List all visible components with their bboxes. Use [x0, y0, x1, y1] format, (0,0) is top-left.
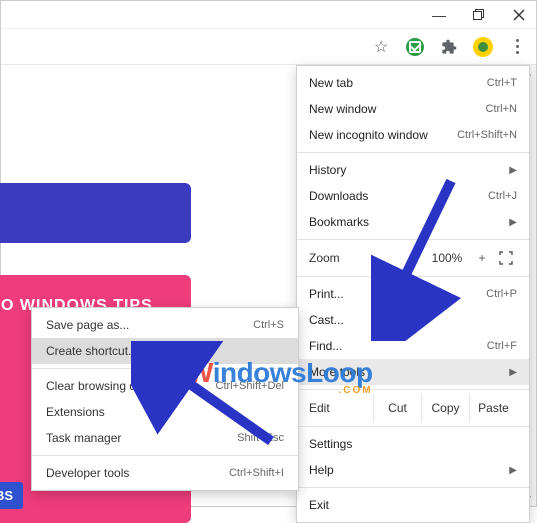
- submenu-item-label: Extensions: [46, 405, 284, 419]
- idm-extension-icon[interactable]: [404, 36, 426, 58]
- submenu-shortcut: Ctrl+Shift+Del: [216, 380, 284, 392]
- menu-separator: [297, 276, 529, 277]
- menu-shortcut: Ctrl+T: [487, 77, 517, 89]
- menu-print[interactable]: Print... Ctrl+P: [297, 281, 529, 307]
- menu-settings[interactable]: Settings: [297, 431, 529, 457]
- submenu-item-label: Save page as...: [46, 318, 253, 332]
- submenu-save-page[interactable]: Save page as... Ctrl+S: [32, 312, 298, 338]
- menu-item-label: Bookmarks: [309, 215, 503, 229]
- menu-downloads[interactable]: Downloads Ctrl+J: [297, 183, 529, 209]
- pink-card-badge: BS: [0, 482, 23, 509]
- edit-copy-button[interactable]: Copy: [421, 394, 469, 422]
- menu-exit[interactable]: Exit: [297, 492, 529, 518]
- submenu-create-shortcut[interactable]: Create shortcut...: [32, 338, 298, 364]
- menu-item-label: More tools: [309, 365, 503, 379]
- maximize-icon: [473, 9, 485, 21]
- menu-item-label: New incognito window: [309, 128, 457, 142]
- zoom-value: 100%: [425, 251, 469, 265]
- page-blue-button[interactable]: [0, 183, 191, 243]
- submenu-clear-browsing-data[interactable]: Clear browsing data... Ctrl+Shift+Del: [32, 373, 298, 399]
- submenu-shortcut: Ctrl+S: [253, 319, 284, 331]
- menu-incognito[interactable]: New incognito window Ctrl+Shift+N: [297, 122, 529, 148]
- window-close-button[interactable]: [508, 4, 530, 26]
- more-tools-submenu: Save page as... Ctrl+S Create shortcut..…: [31, 307, 299, 491]
- menu-separator: [297, 426, 529, 427]
- submenu-item-label: Task manager: [46, 431, 237, 445]
- submenu-task-manager[interactable]: Task manager Shift+Esc: [32, 425, 298, 451]
- menu-item-label: Downloads: [309, 189, 488, 203]
- zoom-label: Zoom: [309, 251, 399, 265]
- submenu-developer-tools[interactable]: Developer tools Ctrl+Shift+I: [32, 460, 298, 486]
- window-maximize-button[interactable]: [468, 4, 490, 26]
- browser-toolbar: ☆: [1, 29, 536, 65]
- menu-separator: [297, 389, 529, 390]
- submenu-shortcut: Shift+Esc: [237, 432, 284, 444]
- chevron-right-icon: ▶: [509, 217, 517, 228]
- menu-history[interactable]: History ▶: [297, 157, 529, 183]
- menu-shortcut: Ctrl+N: [486, 103, 517, 115]
- menu-edit-row: Edit Cut Copy Paste: [297, 394, 529, 422]
- submenu-item-label: Create shortcut...: [46, 344, 284, 358]
- submenu-shortcut: Ctrl+Shift+I: [229, 467, 284, 479]
- menu-separator: [297, 239, 529, 240]
- fullscreen-icon: [499, 251, 513, 265]
- chrome-main-menu: New tab Ctrl+T New window Ctrl+N New inc…: [296, 65, 530, 523]
- menu-bookmarks[interactable]: Bookmarks ▶: [297, 209, 529, 235]
- home-extension-icon[interactable]: [472, 36, 494, 58]
- menu-more-tools[interactable]: More tools ▶: [297, 359, 529, 385]
- menu-item-label: Find...: [309, 339, 487, 353]
- menu-zoom-row: Zoom − 100% +: [297, 244, 529, 272]
- menu-help[interactable]: Help ▶: [297, 457, 529, 483]
- menu-item-label: Exit: [309, 498, 517, 512]
- chevron-right-icon: ▶: [509, 465, 517, 476]
- menu-item-label: Help: [309, 463, 503, 477]
- menu-separator: [297, 487, 529, 488]
- zoom-out-button[interactable]: −: [399, 251, 425, 265]
- submenu-separator: [32, 455, 298, 456]
- submenu-item-label: Clear browsing data...: [46, 379, 216, 393]
- menu-item-label: New window: [309, 102, 486, 116]
- menu-new-tab[interactable]: New tab Ctrl+T: [297, 70, 529, 96]
- menu-item-label: History: [309, 163, 503, 177]
- menu-new-window[interactable]: New window Ctrl+N: [297, 96, 529, 122]
- menu-shortcut: Ctrl+J: [488, 190, 517, 202]
- window-titlebar: —: [1, 1, 536, 29]
- submenu-item-label: Developer tools: [46, 466, 229, 480]
- menu-separator: [297, 152, 529, 153]
- edit-paste-button[interactable]: Paste: [469, 394, 517, 422]
- fullscreen-button[interactable]: [495, 251, 517, 265]
- chevron-right-icon: ▶: [509, 367, 517, 378]
- menu-item-label: Cast...: [309, 313, 517, 327]
- zoom-in-button[interactable]: +: [469, 251, 495, 265]
- window-minimize-button[interactable]: —: [428, 4, 450, 26]
- chevron-right-icon: ▶: [509, 165, 517, 176]
- menu-cast[interactable]: Cast...: [297, 307, 529, 333]
- close-icon: [513, 9, 525, 21]
- submenu-extensions[interactable]: Extensions: [32, 399, 298, 425]
- menu-shortcut: Ctrl+P: [486, 288, 517, 300]
- menu-find[interactable]: Find... Ctrl+F: [297, 333, 529, 359]
- menu-item-label: Settings: [309, 437, 517, 451]
- edit-label: Edit: [309, 401, 373, 415]
- submenu-separator: [32, 368, 298, 369]
- extensions-puzzle-icon[interactable]: [438, 36, 460, 58]
- menu-shortcut: Ctrl+F: [487, 340, 517, 352]
- edit-cut-button[interactable]: Cut: [373, 394, 421, 422]
- chrome-menu-button[interactable]: [506, 36, 528, 58]
- menu-shortcut: Ctrl+Shift+N: [457, 129, 517, 141]
- menu-item-label: New tab: [309, 76, 487, 90]
- bookmark-star-icon[interactable]: ☆: [370, 36, 392, 58]
- menu-item-label: Print...: [309, 287, 486, 301]
